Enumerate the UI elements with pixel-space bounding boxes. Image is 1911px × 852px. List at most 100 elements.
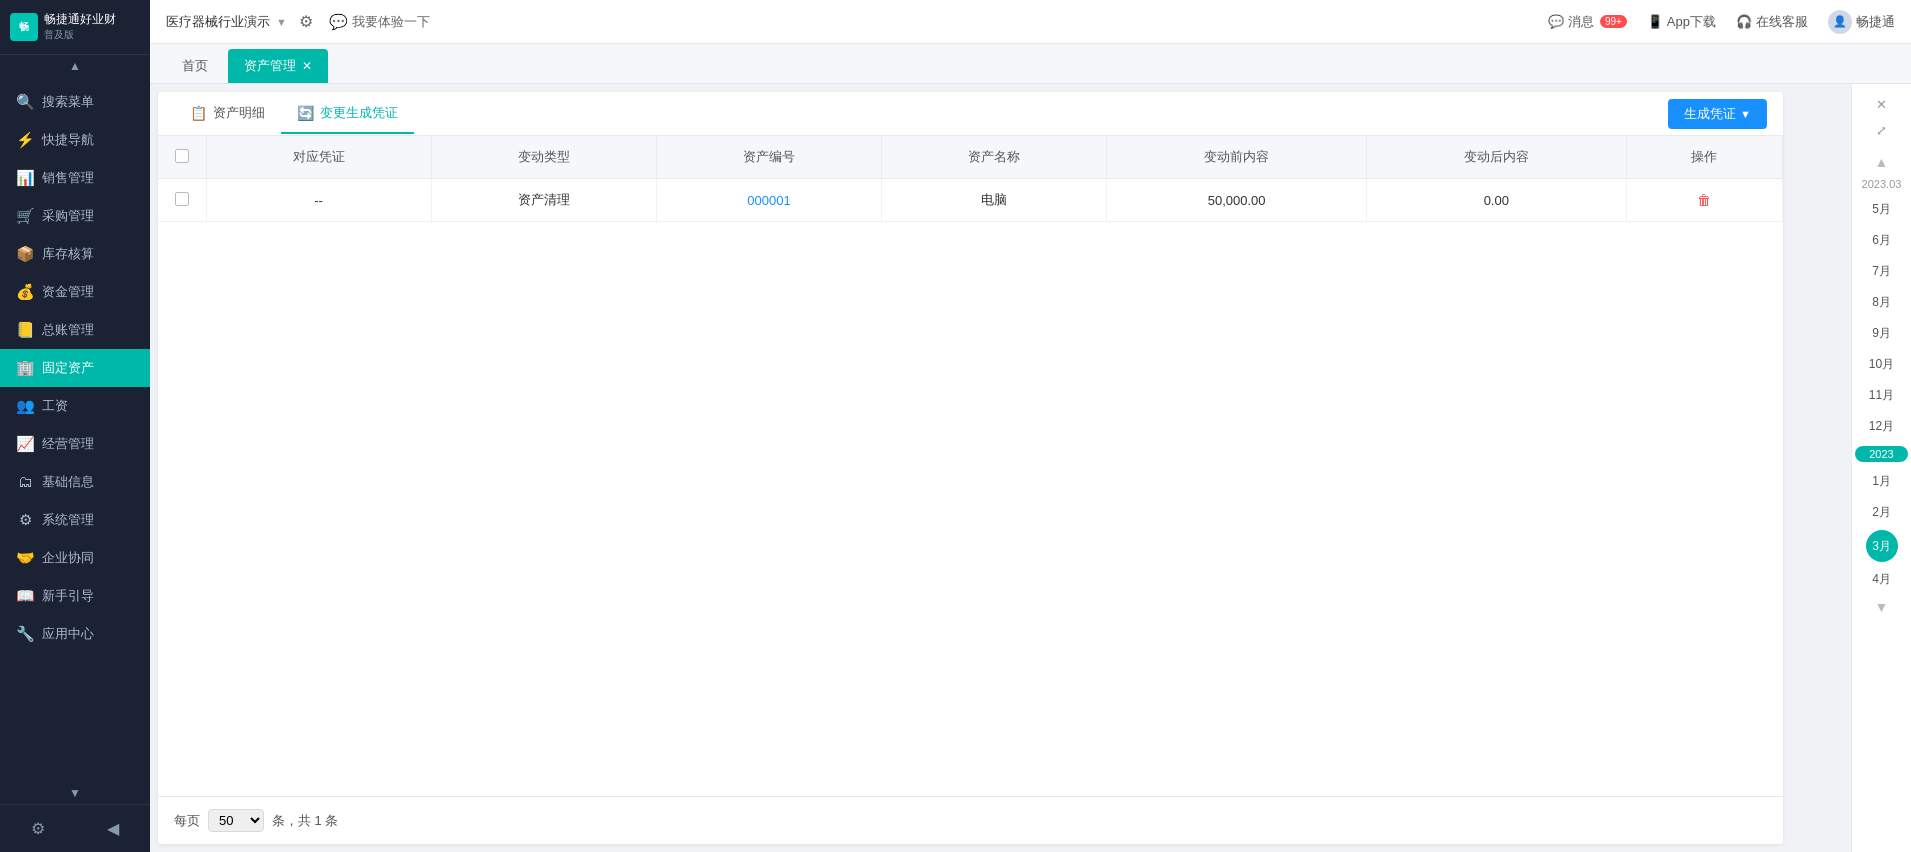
sidebar-bottom: ⚙ ◀	[0, 804, 150, 852]
row-after-change-0: 0.00	[1366, 179, 1626, 222]
sidebar-toggle-btn[interactable]: ◀	[99, 815, 127, 842]
month-4[interactable]: 4月	[1852, 564, 1911, 595]
main-content-area: 📋 资产明细 🔄 变更生成凭证 生成凭证 ▼	[150, 84, 1791, 852]
sidebar-item-basic-info[interactable]: 🗂 基础信息	[0, 463, 150, 501]
panel-close-button[interactable]: ✕	[1870, 92, 1894, 116]
month-3-current[interactable]: 3月	[1866, 530, 1898, 562]
row-asset-number-0[interactable]: 000001	[656, 179, 881, 222]
col-header-asset-name: 资产名称	[882, 136, 1107, 179]
nav-label-basic-info: 基础信息	[42, 473, 94, 491]
month-10[interactable]: 10月	[1852, 349, 1911, 380]
col-header-voucher: 对应凭证	[206, 136, 431, 179]
tab-close-icon[interactable]: ✕	[302, 59, 312, 73]
change-voucher-label: 变更生成凭证	[320, 104, 398, 122]
sidebar-item-sales[interactable]: 📊销售管理	[0, 159, 150, 197]
month-1[interactable]: 1月	[1852, 466, 1911, 497]
date-scroll-up[interactable]: ▲	[1852, 150, 1911, 174]
sidebar-item-enterprise[interactable]: 🤝企业协同	[0, 539, 150, 577]
table-container: 对应凭证 变动类型 资产编号 资产名称 变动前内容 变动后内容 操作 --	[158, 136, 1783, 796]
topbar-online-service[interactable]: 🎧 在线客服	[1736, 13, 1808, 31]
sidebar-item-funds[interactable]: 💰资金管理	[0, 273, 150, 311]
change-voucher-icon: 🔄	[297, 105, 314, 121]
col-header-operation: 操作	[1626, 136, 1782, 179]
topbar-feedback[interactable]: 💬 我要体验一下	[329, 13, 430, 31]
nav-icon-payroll: 👥	[16, 397, 34, 415]
topbar-messages[interactable]: 💬 消息 99+	[1548, 13, 1627, 31]
sidebar-settings-btn[interactable]: ⚙	[23, 815, 53, 842]
nav-label-system: 系统管理	[42, 511, 94, 529]
sub-tab-asset-detail[interactable]: 📋 资产明细	[174, 94, 281, 134]
change-voucher-table: 对应凭证 变动类型 资产编号 资产名称 变动前内容 变动后内容 操作 --	[158, 136, 1783, 222]
month-9[interactable]: 9月	[1852, 318, 1911, 349]
tab-asset-management-label: 资产管理	[244, 57, 296, 75]
generate-voucher-arrow: ▼	[1740, 108, 1751, 120]
topbar-company[interactable]: 医疗器械行业演示 ▼	[166, 13, 287, 31]
delete-icon-0[interactable]: 🗑	[1697, 192, 1711, 208]
per-page-label: 每页	[174, 812, 200, 830]
sidebar-item-ledger[interactable]: 📒总账管理	[0, 311, 150, 349]
pagination: 每页 50 10 20 100 条，共 1 条	[158, 796, 1783, 844]
tab-home[interactable]: 首页	[166, 49, 224, 83]
sidebar-item-payroll[interactable]: 👥工资	[0, 387, 150, 425]
logo-title: 畅捷通好业财	[44, 12, 116, 28]
per-page-select[interactable]: 50 10 20 100	[208, 809, 264, 832]
nav-label-search: 搜索菜单	[42, 93, 94, 111]
nav-label-inventory: 库存核算	[42, 245, 94, 263]
col-header-checkbox	[158, 136, 206, 179]
nav-icon-inventory: 📦	[16, 245, 34, 263]
panel-expand-button[interactable]: ⤢	[1870, 118, 1894, 142]
sidebar-logo: 畅 畅捷通好业财 普及版	[0, 0, 150, 55]
content-wrapper: 📋 资产明细 🔄 变更生成凭证 生成凭证 ▼	[150, 84, 1911, 852]
sidebar-item-operations[interactable]: 📈经营管理	[0, 425, 150, 463]
topbar-app-download[interactable]: 📱 App下载	[1647, 13, 1716, 31]
sidebar-item-search[interactable]: 🔍 搜索菜单	[0, 83, 150, 121]
total-count-text: 条，共 1 条	[272, 812, 338, 830]
sidebar-scroll-down[interactable]: ▼	[0, 782, 150, 804]
sidebar-item-purchase[interactable]: 🛒采购管理	[0, 197, 150, 235]
row-operation-0[interactable]: 🗑	[1626, 179, 1782, 222]
sidebar-item-fixed-assets[interactable]: 🏢固定资产	[0, 349, 150, 387]
topbar-settings-icon[interactable]: ⚙	[299, 12, 313, 31]
select-all-checkbox[interactable]	[175, 149, 189, 163]
col-header-before-change: 变动前内容	[1107, 136, 1367, 179]
app-download-label: App下载	[1667, 13, 1716, 31]
row-checkbox-0[interactable]	[158, 179, 206, 222]
online-service-label: 在线客服	[1756, 13, 1808, 31]
right-panel: ✕ ⤢ ▲ 2023.03 5月 6月 7月 8月 9月 10月 11月 12月…	[1851, 84, 1911, 852]
month-12[interactable]: 12月	[1852, 411, 1911, 442]
sub-tab-change-voucher[interactable]: 🔄 变更生成凭证	[281, 94, 414, 134]
sidebar-item-quick-nav[interactable]: ⚡快捷导航	[0, 121, 150, 159]
month-11[interactable]: 11月	[1852, 380, 1911, 411]
company-name: 医疗器械行业演示	[166, 13, 270, 31]
row-asset-name-0: 电脑	[882, 179, 1107, 222]
topbar-user[interactable]: 👤 畅捷通	[1828, 10, 1895, 34]
company-dropdown-arrow: ▼	[276, 16, 287, 28]
sidebar-scroll-up[interactable]: ▲	[0, 55, 150, 77]
generate-voucher-button[interactable]: 生成凭证 ▼	[1668, 99, 1767, 129]
asset-detail-icon: 📋	[190, 105, 207, 121]
month-5[interactable]: 5月	[1852, 194, 1911, 225]
sub-tabs: 📋 资产明细 🔄 变更生成凭证 生成凭证 ▼	[158, 92, 1783, 136]
sidebar: 畅 畅捷通好业财 普及版 ▲ 🔍 搜索菜单 ⚡快捷导航📊销售管理🛒采购管理 📦 库存核算…	[0, 0, 150, 852]
row-voucher-0: --	[206, 179, 431, 222]
month-8[interactable]: 8月	[1852, 287, 1911, 318]
sidebar-item-app-center[interactable]: 🔧应用中心	[0, 615, 150, 653]
month-2[interactable]: 2月	[1852, 497, 1911, 528]
month-7[interactable]: 7月	[1852, 256, 1911, 287]
nav-icon-operations: 📈	[16, 435, 34, 453]
sidebar-nav: 🔍 搜索菜单 ⚡快捷导航📊销售管理🛒采购管理 📦 库存核算 💰资金管理📒总账管理🏢固定资产…	[0, 77, 150, 782]
date-scroll-down[interactable]: ▼	[1852, 595, 1911, 619]
sidebar-item-inventory[interactable]: 📦 库存核算	[0, 235, 150, 273]
sidebar-item-system[interactable]: ⚙系统管理	[0, 501, 150, 539]
nav-icon-app-center: 🔧	[16, 625, 34, 643]
row-before-change-0: 50,000.00	[1107, 179, 1367, 222]
nav-icon-sales: 📊	[16, 169, 34, 187]
date-year-label: 2023.03	[1862, 174, 1902, 194]
date-panel: ▲ 2023.03 5月 6月 7月 8月 9月 10月 11月 12月 202…	[1852, 150, 1911, 619]
messages-label: 消息	[1568, 13, 1594, 31]
nav-icon-search: 🔍	[16, 93, 34, 111]
nav-icon-basic-info: 🗂	[16, 473, 34, 490]
month-6[interactable]: 6月	[1852, 225, 1911, 256]
sidebar-item-guide[interactable]: 📖新手引导	[0, 577, 150, 615]
tab-asset-management[interactable]: 资产管理 ✕	[228, 49, 328, 83]
